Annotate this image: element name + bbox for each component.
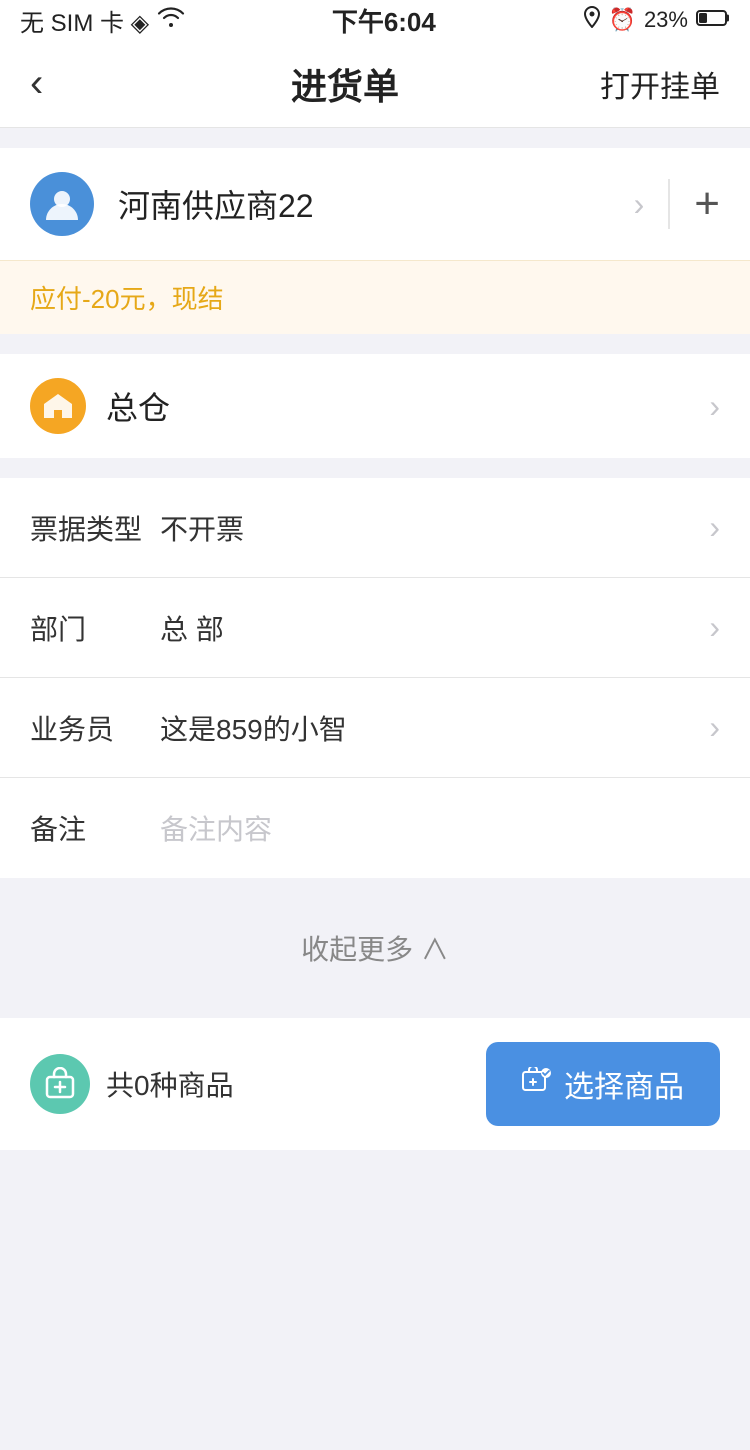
department-value: 总 部 <box>160 608 709 648</box>
status-bar: 无 SIM 卡 ◈ 下午6:04 ⏰ 23% <box>0 0 750 40</box>
form-section: 票据类型 不开票 › 部门 总 部 › 业务员 这是859的小智 › 备注 备注… <box>0 478 750 878</box>
open-pending-button[interactable]: 打开挂单 <box>600 62 720 106</box>
remark-label: 备注 <box>30 808 160 848</box>
ticket-type-value: 不开票 <box>160 508 709 548</box>
status-bar-right: ⏰ 23% <box>583 6 730 34</box>
warehouse-icon <box>30 378 86 434</box>
battery-text: 23% <box>644 7 688 33</box>
select-product-icon <box>522 1067 552 1101</box>
supplier-name: 河南供应商22 <box>118 181 634 227</box>
remark-input[interactable]: 备注内容 <box>160 808 720 848</box>
collapse-label: 收起更多 ∧ <box>301 934 449 965</box>
wifi-icon <box>157 6 185 34</box>
ticket-type-row[interactable]: 票据类型 不开票 › <box>0 478 750 578</box>
alarm-icon: ⏰ <box>609 7 636 33</box>
notice-banner: 应付-20元，现结 <box>0 260 750 334</box>
battery-icon <box>696 7 730 33</box>
ticket-type-label: 票据类型 <box>30 508 160 548</box>
sales-rep-chevron-icon: › <box>709 709 720 746</box>
status-bar-left: 无 SIM 卡 ◈ <box>20 3 185 38</box>
supplier-section: 河南供应商22 › + 应付-20元，现结 <box>0 148 750 334</box>
department-row[interactable]: 部门 总 部 › <box>0 578 750 678</box>
department-label: 部门 <box>30 608 160 648</box>
sales-rep-row[interactable]: 业务员 这是859的小智 › <box>0 678 750 778</box>
gray-area <box>0 1150 750 1450</box>
page-title: 进货单 <box>291 58 399 110</box>
sales-rep-label: 业务员 <box>30 708 160 748</box>
location-icon <box>583 6 601 34</box>
divider <box>668 179 670 229</box>
supplier-row[interactable]: 河南供应商22 › + <box>0 148 750 260</box>
warehouse-section[interactable]: 总仓 › <box>0 354 750 458</box>
department-chevron-icon: › <box>709 609 720 646</box>
bottom-bar: 共0种商品 选择商品 <box>0 1018 750 1150</box>
product-icon <box>30 1054 90 1114</box>
collapse-row[interactable]: 收起更多 ∧ <box>0 898 750 998</box>
supplier-chevron-icon: › <box>634 186 645 223</box>
warehouse-name: 总仓 <box>106 383 709 429</box>
product-count: 共0种商品 <box>106 1064 234 1104</box>
supplier-avatar <box>30 172 94 236</box>
back-button[interactable]: ‹ <box>30 61 90 106</box>
select-product-label: 选择商品 <box>564 1062 684 1106</box>
warehouse-chevron-icon: › <box>709 388 720 425</box>
sim-status: 无 SIM 卡 ◈ <box>20 3 149 38</box>
sales-rep-value: 这是859的小智 <box>160 708 709 748</box>
status-bar-time: 下午6:04 <box>332 2 436 39</box>
select-product-button[interactable]: 选择商品 <box>486 1042 720 1126</box>
add-supplier-button[interactable]: + <box>694 182 720 226</box>
ticket-type-chevron-icon: › <box>709 509 720 546</box>
remark-row[interactable]: 备注 备注内容 <box>0 778 750 878</box>
product-count-area: 共0种商品 <box>30 1054 234 1114</box>
nav-bar: ‹ 进货单 打开挂单 <box>0 40 750 128</box>
